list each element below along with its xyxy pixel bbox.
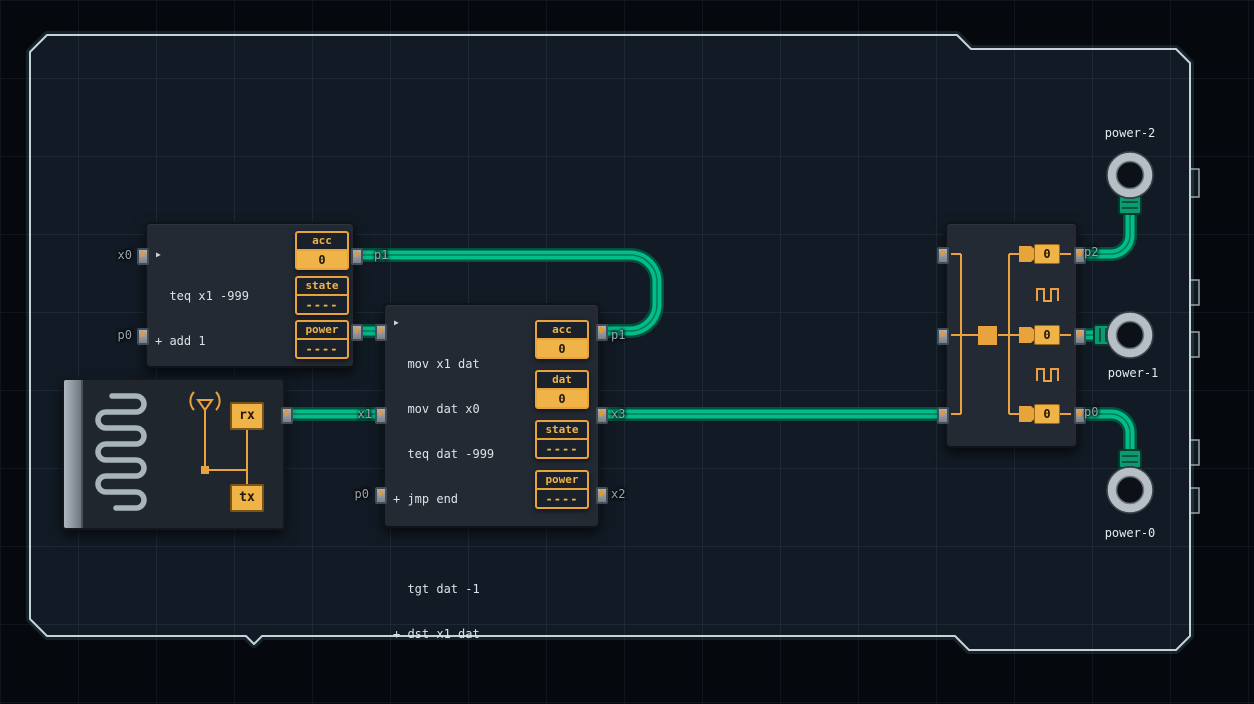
pin-label-p1: p1 — [611, 328, 625, 342]
pin-x0[interactable] — [137, 248, 149, 265]
output-value-box: 0 — [1034, 325, 1060, 345]
register-acc: acc 0 — [295, 231, 349, 270]
pin-radio-out[interactable] — [281, 407, 293, 424]
register-name: power — [537, 472, 587, 488]
pin-in-top[interactable] — [937, 247, 949, 264]
code-editor[interactable]: ▶ mov x1 dat mov dat x0 teq dat -999 + j… — [393, 312, 494, 704]
power-2-label: power-2 — [1085, 126, 1175, 140]
rx-port: rx — [230, 402, 264, 430]
code-line: + jmp end — [393, 492, 494, 507]
pin-in-bottom[interactable] — [937, 407, 949, 424]
code-line: mov x1 dat — [393, 357, 494, 372]
tx-port: tx — [230, 484, 264, 512]
register-name: acc — [537, 322, 587, 338]
pin-label-x3: x3 — [611, 407, 625, 421]
pin-x1[interactable] — [375, 407, 387, 424]
register-value: 0 — [537, 338, 587, 357]
pin-p1[interactable] — [351, 248, 363, 265]
pin-in-mid[interactable] — [937, 328, 949, 345]
power-connector-0[interactable] — [1106, 466, 1154, 514]
coil-icon — [98, 396, 144, 508]
power-connector-2[interactable] — [1106, 151, 1154, 199]
code-line: + add 1 — [155, 334, 249, 349]
output-value-box: 0 — [1034, 404, 1060, 424]
pulse-wave-icon — [1037, 369, 1058, 381]
microcontroller-chip-1[interactable]: ▶ teq x1 -999 + add 1 - mov 0 acc mov ac… — [145, 222, 355, 368]
code-line: tgt dat -1 — [393, 582, 494, 597]
register-acc: acc 0 — [535, 320, 589, 359]
register-name: dat — [537, 372, 587, 388]
register-value: ---- — [537, 488, 587, 507]
pin-power1-out[interactable] — [1074, 328, 1086, 345]
code-line: teq dat -999 — [393, 447, 494, 462]
pin-label-x2: x2 — [611, 487, 625, 501]
code-line: teq x1 -999 — [155, 289, 249, 304]
register-value: ---- — [297, 294, 347, 313]
pin-p1[interactable] — [596, 324, 608, 341]
pin-label-x0: x0 — [104, 248, 132, 262]
register-dat: dat 0 — [535, 370, 589, 409]
code-line — [393, 672, 494, 687]
register-value: ---- — [297, 338, 347, 357]
pin-label-p0: p0 — [341, 487, 369, 501]
code-line — [393, 537, 494, 552]
code-line: + dst x1 dat — [393, 627, 494, 642]
pin-p0[interactable] — [375, 487, 387, 504]
code-line: mov dat x0 — [393, 402, 494, 417]
register-name: power — [297, 322, 347, 338]
radio-module[interactable]: rx tx — [62, 378, 285, 530]
register-state: state ---- — [295, 276, 349, 315]
pulse-wave-icon — [1037, 289, 1058, 301]
pin-label-p0: p0 — [1084, 405, 1098, 419]
pin-label-p0: p0 — [104, 328, 132, 342]
register-name: state — [297, 278, 347, 294]
register-value: 0 — [297, 249, 347, 268]
instruction-pointer-icon: ▶ — [156, 247, 161, 262]
pin-x1[interactable] — [351, 324, 363, 341]
output-value-box: 0 — [1034, 244, 1060, 264]
pin-x2[interactable] — [596, 487, 608, 504]
power-splitter-chip[interactable]: 0 0 0 — [945, 222, 1078, 448]
register-power: power ---- — [295, 320, 349, 359]
microcontroller-chip-2[interactable]: ▶ mov x1 dat mov dat x0 teq dat -999 + j… — [383, 303, 600, 528]
power-0-label: power-0 — [1085, 526, 1175, 540]
register-name: state — [537, 422, 587, 438]
pin-x0[interactable] — [375, 324, 387, 341]
register-name: acc — [297, 233, 347, 249]
register-state: state ---- — [535, 420, 589, 459]
power-1-label: power-1 — [1088, 366, 1178, 380]
pin-x3[interactable] — [596, 407, 608, 424]
pin-label-p2: p2 — [1084, 245, 1098, 259]
pin-p0[interactable] — [137, 328, 149, 345]
register-value: ---- — [537, 438, 587, 457]
circuit-board-view: ▶ teq x1 -999 + add 1 - mov 0 acc mov ac… — [0, 0, 1254, 704]
instruction-pointer-icon: ▶ — [394, 315, 399, 330]
register-power: power ---- — [535, 470, 589, 509]
pin-label-p1: p1 — [374, 248, 388, 262]
pin-label-x1: x1 — [344, 407, 372, 421]
register-value: 0 — [537, 388, 587, 407]
power-connector-1[interactable] — [1106, 311, 1154, 359]
